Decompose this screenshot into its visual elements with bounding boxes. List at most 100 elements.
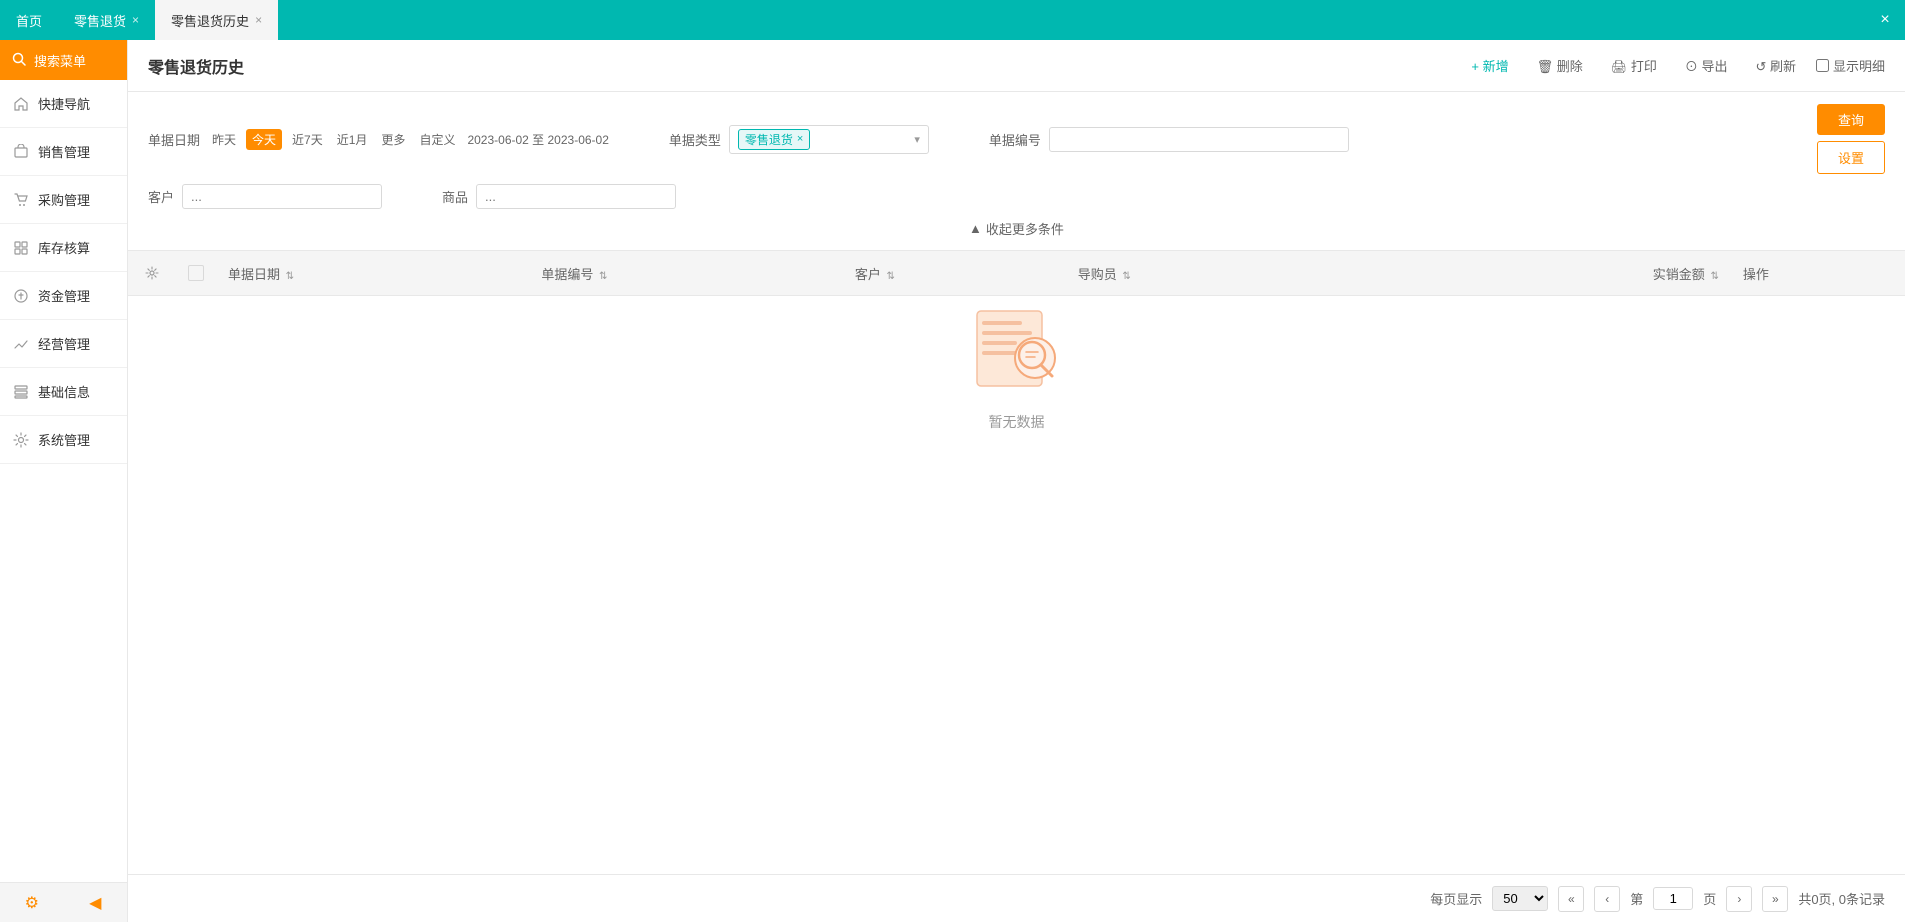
select-all-checkbox[interactable] <box>188 265 204 281</box>
filter-row-1: 单据日期 昨天 今天 近7天 近1月 更多 自定义 2023-06-02 至 2… <box>148 104 1885 174</box>
operations-icon <box>12 335 30 353</box>
setting-button[interactable]: 设置 <box>1817 141 1885 174</box>
data-table: 单据日期 ⇅ 单据编号 ⇅ 客户 ⇅ <box>128 251 1905 296</box>
tab-retail-return-history-close[interactable]: × <box>255 13 262 27</box>
col-operation: 操作 <box>1731 251 1905 296</box>
guide-sort-icon[interactable]: ⇅ <box>1122 271 1130 282</box>
sidebar-item-quick-nav[interactable]: 快捷导航 <box>0 80 127 128</box>
refresh-button[interactable]: ↺ 刷新 <box>1747 52 1804 79</box>
next-page-button[interactable]: › <box>1726 886 1752 912</box>
new-button[interactable]: + 新增 <box>1463 52 1516 79</box>
col-spacer <box>1334 251 1418 296</box>
main-layout: 搜索菜单 快捷导航 销售管理 采购管理 <box>0 40 1905 922</box>
customer-input[interactable] <box>182 184 382 209</box>
collapse-up-icon: ▲ <box>969 221 982 236</box>
prev-page-button[interactable]: ‹ <box>1594 886 1620 912</box>
sidebar-collapse-button[interactable]: ◀ <box>80 888 110 918</box>
voucher-type-select[interactable]: 零售退货 × ▾ <box>729 125 929 154</box>
sidebar-item-basic[interactable]: 基础信息 <box>0 368 127 416</box>
empty-icon <box>957 296 1077 396</box>
sidebar-item-sales[interactable]: 销售管理 <box>0 128 127 176</box>
voucher-sort-icon[interactable]: ⇅ <box>599 271 607 282</box>
date-btn-yesterday[interactable]: 昨天 <box>208 129 240 150</box>
goods-input[interactable] <box>476 184 676 209</box>
voucher-no-input[interactable] <box>1049 127 1349 152</box>
search-icon <box>12 52 26 69</box>
customer-label: 客户 <box>148 187 174 206</box>
sidebar-item-operations[interactable]: 经营管理 <box>0 320 127 368</box>
tab-list: 首页 零售退货 × 零售退货历史 × <box>0 0 1865 40</box>
sales-icon <box>12 143 30 161</box>
query-button[interactable]: 查询 <box>1817 104 1885 135</box>
header-actions: + 新增 🗑 删除 🖨 打印 ⊙ 导出 ↺ 刷新 显示明细 <box>1463 52 1885 79</box>
col-checkbox <box>176 251 216 296</box>
tab-retail-return-history[interactable]: 零售退货历史 × <box>155 0 278 40</box>
empty-state: 暂无数据 <box>128 296 1905 432</box>
page-header: 零售退货历史 + 新增 🗑 删除 🖨 打印 ⊙ 导出 ↺ 刷新 显示明细 <box>128 40 1905 92</box>
date-btn-custom[interactable]: 自定义 <box>415 129 459 150</box>
print-button[interactable]: 🖨 打印 <box>1603 52 1665 79</box>
column-settings-icon[interactable] <box>140 261 164 285</box>
window-close-button[interactable]: × <box>1865 0 1905 40</box>
col-date: 单据日期 ⇅ <box>216 251 529 296</box>
per-page-select[interactable]: 50 20 100 <box>1492 886 1548 911</box>
date-sort-icon[interactable]: ⇅ <box>286 271 294 282</box>
query-btn-group: 查询 设置 <box>1817 104 1885 174</box>
empty-text: 暂无数据 <box>989 412 1045 432</box>
purchase-icon <box>12 191 30 209</box>
display-detail-toggle[interactable]: 显示明细 <box>1816 56 1885 75</box>
first-page-button[interactable]: « <box>1558 886 1584 912</box>
inventory-icon <box>12 239 30 257</box>
delete-button[interactable]: 🗑 删除 <box>1529 52 1591 79</box>
voucher-type-tag-close[interactable]: × <box>797 133 803 145</box>
col-guide: 导购员 ⇅ <box>1066 251 1334 296</box>
voucher-type-label: 单据类型 <box>669 130 721 149</box>
display-detail-checkbox[interactable] <box>1816 59 1829 72</box>
system-icon <box>12 431 30 449</box>
col-actual-amount: 实销金额 ⇅ <box>1417 251 1730 296</box>
pagination: 每页显示 50 20 100 « ‹ 第 页 › » 共0页, 0条记录 <box>128 874 1905 922</box>
sidebar-item-finance[interactable]: 资金管理 <box>0 272 127 320</box>
page-label: 第 <box>1630 889 1643 908</box>
voucher-no-filter: 单据编号 <box>989 127 1349 152</box>
voucher-type-filter: 单据类型 零售退货 × ▾ <box>669 125 929 154</box>
voucher-no-label: 单据编号 <box>989 130 1041 149</box>
table-wrap: 单据日期 ⇅ 单据编号 ⇅ 客户 ⇅ <box>128 251 1905 874</box>
date-btn-more[interactable]: 更多 <box>377 129 409 150</box>
tab-retail-return[interactable]: 零售退货 × <box>58 0 155 40</box>
goods-label: 商品 <box>442 187 468 206</box>
date-btn-last1m[interactable]: 近1月 <box>333 129 372 150</box>
amount-sort-icon[interactable]: ⇅ <box>1710 271 1718 282</box>
sidebar-search[interactable]: 搜索菜单 <box>0 40 127 80</box>
customer-filter: 客户 <box>148 184 382 209</box>
sidebar-nav: 快捷导航 销售管理 采购管理 库存核算 <box>0 80 127 882</box>
date-filter-label: 单据日期 <box>148 130 200 149</box>
per-page-label: 每页显示 <box>1430 889 1482 908</box>
goods-filter: 商品 <box>442 184 676 209</box>
date-btn-last7[interactable]: 近7天 <box>288 129 327 150</box>
date-btn-today[interactable]: 今天 <box>246 129 282 150</box>
last-page-button[interactable]: » <box>1762 886 1788 912</box>
total-records: 共0页, 0条记录 <box>1798 889 1885 908</box>
table-area: 单据日期 ⇅ 单据编号 ⇅ 客户 ⇅ <box>128 251 1905 874</box>
sidebar-settings-button[interactable]: ⚙ <box>17 888 47 918</box>
sidebar: 搜索菜单 快捷导航 销售管理 采购管理 <box>0 40 128 922</box>
date-range-display: 2023-06-02 至 2023-06-02 <box>467 131 608 148</box>
customer-sort-icon[interactable]: ⇅ <box>886 271 894 282</box>
basic-icon <box>12 383 30 401</box>
page-number-input[interactable] <box>1653 887 1693 910</box>
content-area: 零售退货历史 + 新增 🗑 删除 🖨 打印 ⊙ 导出 ↺ 刷新 显示明细 单据日… <box>128 40 1905 922</box>
export-button[interactable]: ⊙ 导出 <box>1677 52 1736 79</box>
date-filter-item: 单据日期 昨天 今天 近7天 近1月 更多 自定义 2023-06-02 至 2… <box>148 129 609 150</box>
filter-area: 单据日期 昨天 今天 近7天 近1月 更多 自定义 2023-06-02 至 2… <box>128 92 1905 251</box>
sidebar-item-system[interactable]: 系统管理 <box>0 416 127 464</box>
voucher-type-dropdown-arrow[interactable]: ▾ <box>914 133 920 146</box>
collapse-filter-button[interactable]: ▲ 收起更多条件 <box>969 219 1064 238</box>
table-header-row: 单据日期 ⇅ 单据编号 ⇅ 客户 ⇅ <box>128 251 1905 296</box>
sidebar-item-purchase[interactable]: 采购管理 <box>0 176 127 224</box>
tab-home[interactable]: 首页 <box>0 0 58 40</box>
sidebar-item-inventory[interactable]: 库存核算 <box>0 224 127 272</box>
tab-retail-return-close[interactable]: × <box>132 13 139 27</box>
col-voucher-no: 单据编号 ⇅ <box>529 251 842 296</box>
home-icon <box>12 95 30 113</box>
